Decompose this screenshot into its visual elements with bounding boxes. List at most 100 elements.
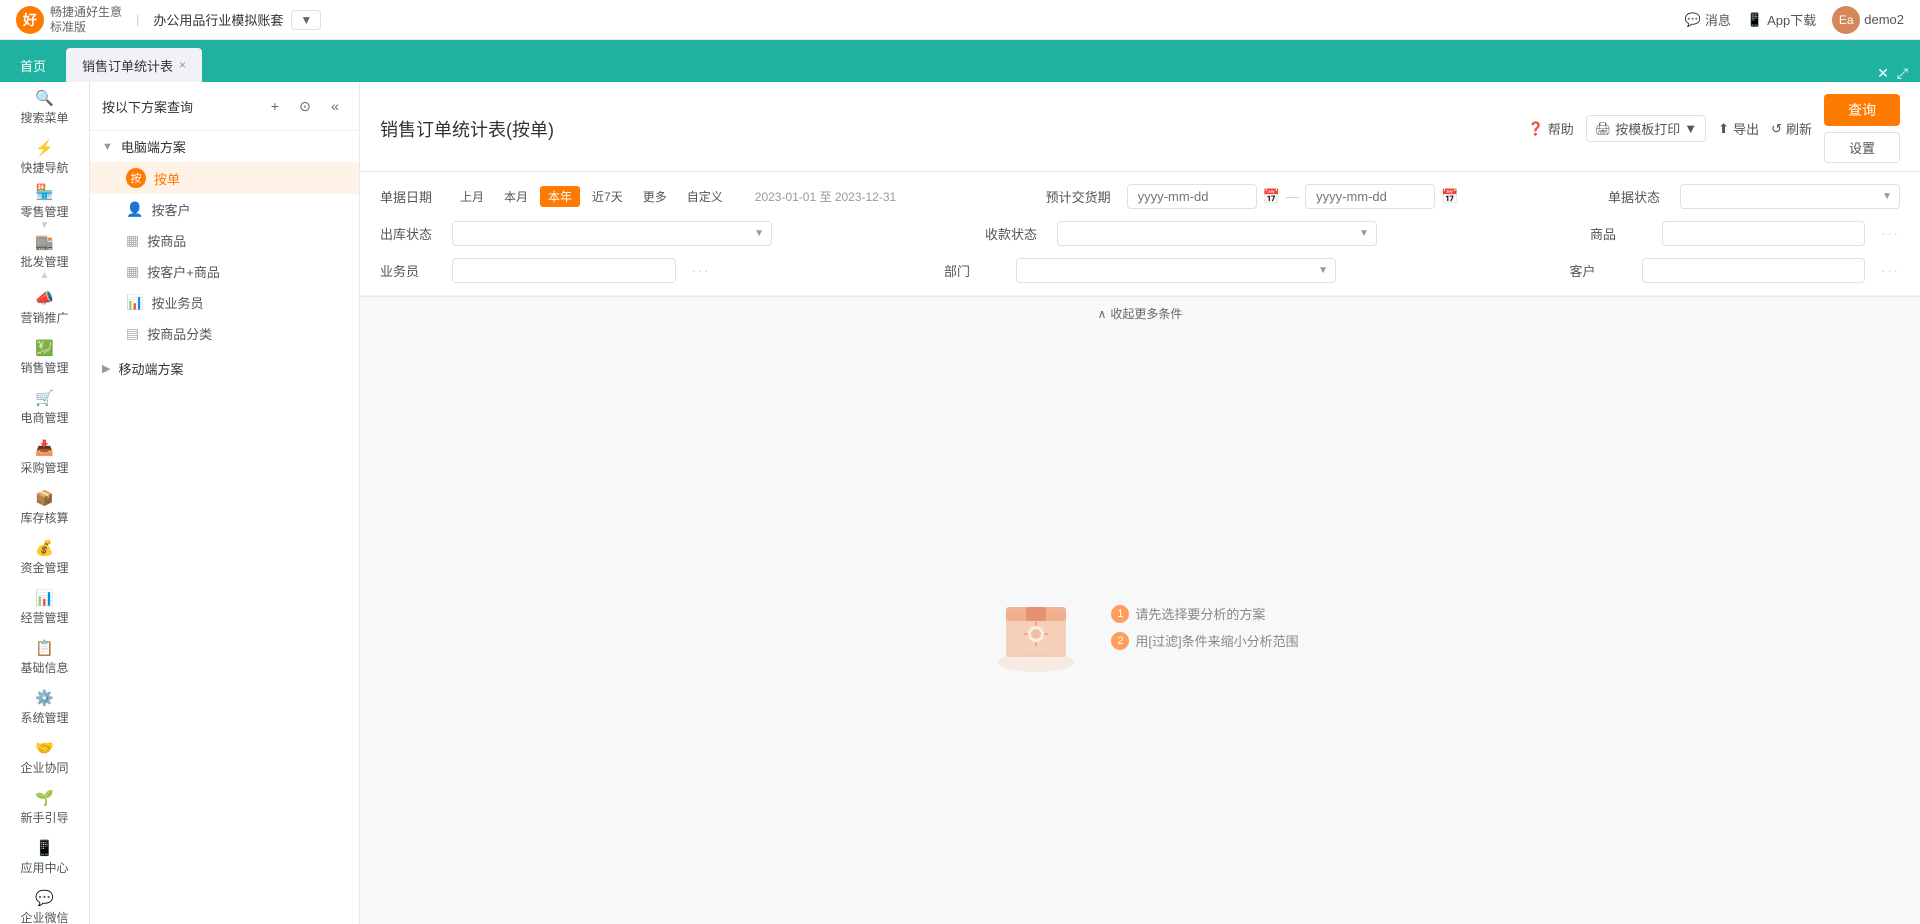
customer-label: 客户 (1570, 261, 1626, 280)
sidebar-item-ecommerce[interactable]: 🛒 电商管理 (0, 382, 89, 432)
department-select[interactable] (1016, 258, 1336, 283)
sidebar-quick-nav[interactable]: ⚡ 快捷导航 (0, 132, 89, 182)
sidebar-item-business[interactable]: 📊 经营管理 (0, 582, 89, 632)
message-btn[interactable]: 💬 消息 (1685, 10, 1731, 29)
current-month-btn[interactable]: 本月 (496, 186, 536, 207)
goods-input[interactable] (1662, 221, 1865, 246)
last7days-btn[interactable]: 近7天 (584, 186, 631, 207)
sidebar-item-retail[interactable]: 🏪 零售管理 ▼ (0, 182, 89, 232)
scheme-by-customer[interactable]: 👤 按客户 (90, 194, 359, 225)
current-year-btn[interactable]: 本年 (540, 186, 580, 207)
top-bar-right: 💬 消息 📱 App下载 Ea demo2 (1685, 6, 1904, 34)
help-btn[interactable]: ❓ 帮助 (1528, 119, 1574, 138)
sidebar-item-sales[interactable]: 💹 销售管理 (0, 332, 89, 382)
sidebar-item-system[interactable]: ⚙️ 系统管理 (0, 682, 89, 732)
sidebar-item-marketing[interactable]: 📣 营销推广 (0, 282, 89, 332)
collapse-panel-btn[interactable]: « (323, 94, 347, 118)
maximize-window-btn[interactable]: ⤢ (1897, 65, 1908, 82)
sidebar-item-purchase[interactable]: 📥 采购管理 (0, 432, 89, 482)
query-button[interactable]: 查询 (1824, 94, 1900, 126)
avatar: Ea (1832, 6, 1860, 34)
cg-scheme-icon: ▦ (126, 263, 139, 280)
expected-date-label: 预计交货期 (1046, 187, 1111, 206)
nav-icon: ⚡ (35, 139, 54, 157)
sidebar-item-basic[interactable]: 📋 基础信息 (0, 632, 89, 682)
goods-scheme-icon: ▦ (126, 232, 139, 249)
left-panel-header: 按以下方案查询 + ⊙ « (90, 82, 359, 131)
main-layout: 🔍 搜索菜单 ⚡ 快捷导航 🏪 零售管理 ▼ 🏬 批发管理 ▲ 📣 营销推广 💹… (0, 82, 1920, 924)
add-scheme-btn[interactable]: + (263, 94, 287, 118)
scheme-by-customer-goods[interactable]: ▦ 按客户+商品 (90, 256, 359, 287)
tab-close-btn[interactable]: × (179, 58, 186, 72)
message-icon: 💬 (1685, 12, 1701, 28)
customer-input[interactable] (1642, 258, 1866, 283)
chevron-up-icon: ∧ (1098, 307, 1107, 321)
pc-scheme-group[interactable]: ▼ 电脑端方案 (90, 131, 359, 162)
top-bar: 好 畅捷通好生意 标准版 | 办公用品行业模拟账套 ▼ 💬 消息 📱 App下载… (0, 0, 1920, 40)
scheme-by-salesperson[interactable]: 📊 按业务员 (90, 287, 359, 318)
department-wrapper: ▼ (1016, 258, 1336, 283)
edit-scheme-btn[interactable]: ⊙ (293, 94, 317, 118)
left-panel: 按以下方案查询 + ⊙ « ▼ 电脑端方案 按 按单 👤 按 (90, 82, 360, 924)
user-area[interactable]: Ea demo2 (1832, 6, 1904, 34)
export-btn[interactable]: ⬆ 导出 (1718, 119, 1759, 138)
sidebar-item-wholesale[interactable]: 🏬 批发管理 ▲ (0, 232, 89, 282)
tab-active[interactable]: 销售订单统计表 × (66, 48, 202, 82)
sidebar-item-finance[interactable]: 💰 资金管理 (0, 532, 89, 582)
app-title: 办公用品行业模拟账套 (153, 10, 283, 29)
filter-row-2: 出库状态 ▼ 收款状态 ▼ 商品 ··· (380, 221, 1900, 246)
print-btn[interactable]: 🖨 按模板打印 ▼ (1586, 115, 1706, 142)
goods-label: 商品 (1590, 224, 1646, 243)
refresh-icon: ↺ (1771, 121, 1782, 137)
sidebar-search-menu[interactable]: 🔍 搜索菜单 (0, 82, 89, 132)
salesperson-more-btn[interactable]: ··· (692, 263, 711, 278)
app-dropdown[interactable]: ▼ (291, 10, 321, 30)
logo-icon: 好 (16, 6, 44, 34)
expected-date-end[interactable] (1305, 184, 1435, 209)
ship-status-select[interactable] (452, 221, 772, 246)
sidebar-item-appcenter[interactable]: 📱 应用中心 (0, 832, 89, 882)
empty-state-text: 1 请先选择要分析的方案 2 用[过滤]条件来缩小分析范围 (1111, 604, 1298, 650)
customer-more-btn[interactable]: ··· (1881, 263, 1900, 278)
filter-row-1: 单据日期 上月 本月 本年 近7天 更多 自定义 2023-01-01 至 20… (380, 184, 1900, 209)
hint-num-1: 1 (1111, 605, 1129, 623)
scheme-by-goods[interactable]: ▦ 按商品 (90, 225, 359, 256)
expected-date-start[interactable] (1127, 184, 1257, 209)
sidebar-item-inventory[interactable]: 📦 库存核算 (0, 482, 89, 532)
close-window-btn[interactable]: ✕ (1877, 65, 1889, 82)
payment-status-select[interactable] (1057, 221, 1377, 246)
print-icon: 🖨 (1595, 121, 1612, 137)
scheme-by-order[interactable]: 按 按单 (90, 162, 359, 194)
bottom-area: 1 请先选择要分析的方案 2 用[过滤]条件来缩小分析范围 (360, 330, 1920, 924)
tab-bar: 首页 销售订单统计表 × ✕ ⤢ (0, 40, 1920, 82)
date-range-display: 2023-01-01 至 2023-12-31 (755, 188, 896, 205)
cat-scheme-icon: ▤ (126, 325, 139, 342)
print-dropdown-icon: ▼ (1684, 121, 1697, 136)
more-date-btn[interactable]: 更多 (635, 186, 675, 207)
tab-home[interactable]: 首页 (4, 48, 62, 82)
expected-date-group: 📅 — 📅 (1127, 184, 1459, 209)
wholesale-icon: 🏬 (35, 233, 54, 251)
filter-row-3: 业务员 ··· 部门 ▼ 客户 ··· (380, 258, 1900, 283)
scheme-by-category[interactable]: ▤ 按商品分类 (90, 318, 359, 349)
bill-status-select[interactable] (1680, 184, 1900, 209)
top-bar-left: 好 畅捷通好生意 标准版 | 办公用品行业模拟账套 ▼ (16, 5, 321, 34)
goods-more-btn[interactable]: ··· (1881, 226, 1900, 241)
mobile-scheme-group[interactable]: ▶ 移动端方案 (90, 353, 359, 384)
custom-date-btn[interactable]: 自定义 (679, 186, 731, 207)
sp-scheme-icon: 📊 (126, 294, 143, 311)
salesperson-input[interactable] (452, 258, 676, 283)
app-download-btn[interactable]: 📱 App下载 (1747, 10, 1816, 29)
window-controls: ✕ ⤢ (1877, 65, 1908, 82)
sidebar-item-corp[interactable]: 🤝 企业协同 (0, 732, 89, 782)
refresh-btn[interactable]: ↺ 刷新 (1771, 119, 1812, 138)
page-header: 销售订单统计表(按单) ❓ 帮助 🖨 按模板打印 ▼ ⬆ 导出 ↺ 刷新 (360, 82, 1920, 172)
collapse-bar[interactable]: ∧ 收起更多条件 (360, 296, 1920, 330)
settings-button[interactable]: 设置 (1824, 132, 1900, 163)
query-btn-group: 查询 设置 (1824, 94, 1900, 163)
bill-date-label: 单据日期 (380, 187, 436, 206)
sidebar-item-newbie[interactable]: 🌱 新手引导 (0, 782, 89, 832)
sidebar-item-corpwechat[interactable]: 💬 企业微信 (0, 882, 89, 924)
export-icon: ⬆ (1718, 121, 1729, 137)
last-month-btn[interactable]: 上月 (452, 186, 492, 207)
